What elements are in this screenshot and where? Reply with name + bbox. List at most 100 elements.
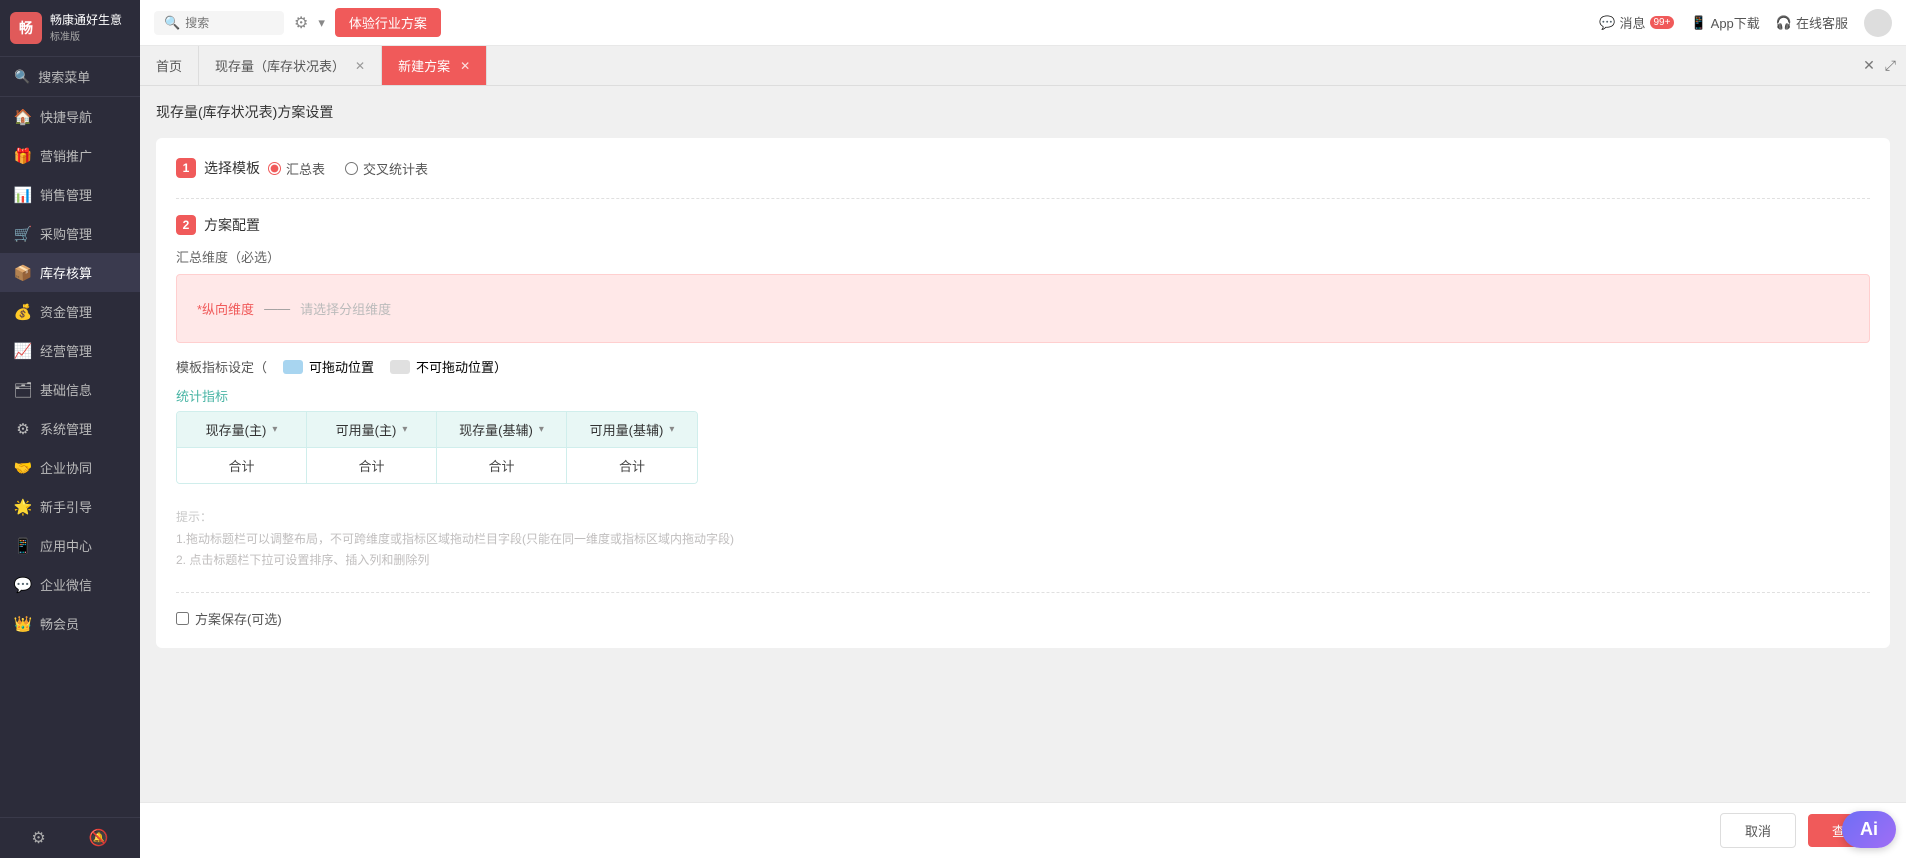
stats-header-label-1: 可用量(主) xyxy=(336,420,397,439)
sidebar-item-system[interactable]: ⚙ 系统管理 xyxy=(0,409,140,448)
sidebar-search-label: 搜索菜单 xyxy=(38,67,90,86)
topbar-dropdown-icon[interactable]: ▾ xyxy=(318,15,325,31)
topbar-settings-icon[interactable]: ⚙ xyxy=(294,13,308,33)
tab-inventory-close-icon[interactable]: ✕ xyxy=(355,59,365,73)
stats-header-chevron-1[interactable]: ▾ xyxy=(402,424,407,435)
tab-new-scheme-close-icon[interactable]: ✕ xyxy=(460,59,470,73)
step1-label: 选择模板 xyxy=(204,158,260,178)
radio-summary-table[interactable]: 汇总表 xyxy=(268,159,325,178)
stats-data-row: 合计 合计 合计 合计 xyxy=(177,447,697,483)
topbar-search-input[interactable] xyxy=(185,16,265,30)
app-download-button[interactable]: 📱 App下载 xyxy=(1690,13,1759,32)
footer-bar: 取消 查询 xyxy=(140,802,1906,858)
stats-header-chevron-0[interactable]: ▾ xyxy=(272,424,277,435)
ai-float-button[interactable]: Ai xyxy=(1842,811,1896,848)
stats-header-label-3: 可用量(基辅) xyxy=(590,420,664,439)
messages-button[interactable]: 💬 消息 99+ xyxy=(1599,13,1674,32)
tab-home[interactable]: 首页 xyxy=(140,46,199,85)
sidebar-item-app-center[interactable]: 📱 应用中心 xyxy=(0,526,140,565)
tip-2: 2. 点击标题栏下拉可设置排序、插入列和删除列 xyxy=(176,550,1870,572)
sidebar-item-wechat[interactable]: 💬 企业微信 xyxy=(0,565,140,604)
quick-nav-icon: 🏠 xyxy=(14,108,32,126)
stats-header-cell-3[interactable]: 可用量(基辅) ▾ xyxy=(567,412,697,447)
step1-header: 1 选择模板 汇总表 交叉统计表 xyxy=(176,158,1870,178)
sidebar-item-label: 营销推广 xyxy=(40,146,92,165)
page-content: 现存量(库存状况表)方案设置 1 选择模板 汇总表 xyxy=(140,86,1906,802)
stats-header-cell-2[interactable]: 现存量(基辅) ▾ xyxy=(437,412,567,447)
movable-toggle-box xyxy=(283,360,303,374)
dimension-area[interactable]: *纵向维度 —— 请选择分组维度 xyxy=(176,274,1870,343)
stats-header-cell-1[interactable]: 可用量(主) ▾ xyxy=(307,412,437,447)
topbar-search-icon: 🔍 xyxy=(164,15,180,31)
sidebar: 畅 畅康通好生意 标准版 🔍 搜索菜单 🏠 快捷导航 🎁 营销推广 📊 销售管理… xyxy=(0,0,140,858)
topbar-search-box[interactable]: 🔍 xyxy=(154,11,284,35)
tab-expand-icon[interactable]: ⤢ xyxy=(1885,57,1896,74)
immovable-toggle-box xyxy=(390,360,410,374)
radio-cross-table[interactable]: 交叉统计表 xyxy=(345,159,428,178)
industry-scheme-button[interactable]: 体验行业方案 xyxy=(335,8,441,37)
step2-section: 2 方案配置 汇总维度（必选） *纵向维度 —— 请选择分组维度 模板指标设定（ xyxy=(176,215,1870,572)
topbar-right: 💬 消息 99+ 📱 App下载 🎧 在线客服 xyxy=(1599,9,1892,37)
step-divider-1 xyxy=(176,198,1870,199)
stats-header-label-2: 现存量(基辅) xyxy=(459,420,533,439)
sidebar-item-label: 销售管理 xyxy=(40,185,92,204)
radio-summary-table-input[interactable] xyxy=(268,162,281,175)
member-icon: 👑 xyxy=(14,615,32,633)
tab-inventory-status[interactable]: 现存量（库存状况表） ✕ xyxy=(199,46,382,85)
sidebar-item-member[interactable]: 👑 畅会员 xyxy=(0,604,140,643)
sidebar-settings-btn[interactable]: ⚙ xyxy=(31,828,45,848)
tab-bar: 首页 现存量（库存状况表） ✕ 新建方案 ✕ ✕ ⤢ xyxy=(140,46,1906,86)
sidebar-item-inventory[interactable]: 📦 库存核算 xyxy=(0,253,140,292)
cooperation-icon: 🤝 xyxy=(14,459,32,477)
step1-badge: 1 xyxy=(176,158,196,178)
sidebar-menu: 🏠 快捷导航 🎁 营销推广 📊 销售管理 🛒 采购管理 📦 库存核算 💰 资金管… xyxy=(0,97,140,817)
sidebar-item-finance[interactable]: 💰 资金管理 xyxy=(0,292,140,331)
sidebar-item-quick-nav[interactable]: 🏠 快捷导航 xyxy=(0,97,140,136)
sidebar-item-label: 基础信息 xyxy=(40,380,92,399)
sidebar-item-label: 企业协同 xyxy=(40,458,92,477)
sidebar-item-purchase[interactable]: 🛒 采购管理 xyxy=(0,214,140,253)
system-icon: ⚙ xyxy=(14,420,32,438)
stats-table: 现存量(主) ▾ 可用量(主) ▾ 现存量(基辅) ▾ xyxy=(176,411,698,484)
app-edition: 标准版 xyxy=(50,28,122,43)
template-radio-group: 汇总表 交叉统计表 xyxy=(268,159,428,178)
sidebar-item-sales[interactable]: 📊 销售管理 xyxy=(0,175,140,214)
scheme-settings-panel: 1 选择模板 汇总表 交叉统计表 xyxy=(156,138,1890,648)
page-breadcrumb: 现存量(库存状况表)方案设置 xyxy=(156,102,1890,122)
finance-icon: 💰 xyxy=(14,303,32,321)
sidebar-item-marketing[interactable]: 🎁 营销推广 xyxy=(0,136,140,175)
indicator-settings-label: 模板指标设定（ xyxy=(176,357,267,376)
sidebar-mute-btn[interactable]: 🔕 xyxy=(89,828,109,848)
tab-bar-right-icons: ✕ ⤢ xyxy=(1853,46,1906,85)
user-avatar[interactable] xyxy=(1864,9,1892,37)
step2-badge: 2 xyxy=(176,215,196,235)
step2-header: 2 方案配置 xyxy=(176,215,1870,235)
sidebar-item-label: 系统管理 xyxy=(40,419,92,438)
sidebar-item-cooperation[interactable]: 🤝 企业协同 xyxy=(0,448,140,487)
online-support-label: 在线客服 xyxy=(1796,13,1848,32)
radio-cross-table-input[interactable] xyxy=(345,162,358,175)
sidebar-item-basic-info[interactable]: 🗂 基础信息 xyxy=(0,370,140,409)
stats-data-cell-3: 合计 xyxy=(567,447,697,483)
online-support-button[interactable]: 🎧 在线客服 xyxy=(1776,13,1848,32)
sidebar-item-operations[interactable]: 📈 经营管理 xyxy=(0,331,140,370)
sidebar-item-label: 畅会员 xyxy=(40,614,79,633)
sidebar-item-new-guide[interactable]: 🌟 新手引导 xyxy=(0,487,140,526)
stats-header-label-0: 现存量(主) xyxy=(206,420,267,439)
cancel-button[interactable]: 取消 xyxy=(1720,813,1796,848)
tab-close-all-icon[interactable]: ✕ xyxy=(1863,57,1875,74)
stats-header-cell-0[interactable]: 现存量(主) ▾ xyxy=(177,412,307,447)
dimension-required-mark: *纵向维度 xyxy=(197,299,254,318)
tab-new-scheme-label: 新建方案 xyxy=(398,56,450,75)
sidebar-item-label: 库存核算 xyxy=(40,263,92,282)
stats-data-cell-1: 合计 xyxy=(307,447,437,483)
sidebar-search[interactable]: 🔍 搜索菜单 xyxy=(0,57,140,97)
stats-header-chevron-3[interactable]: ▾ xyxy=(669,424,674,435)
tab-new-scheme[interactable]: 新建方案 ✕ xyxy=(382,46,487,85)
save-option-label: 方案保存(可选) xyxy=(195,609,282,628)
indicator-settings-row: 模板指标设定（ 可拖动位置 不可拖动位置） xyxy=(176,357,1870,376)
save-option-checkbox[interactable] xyxy=(176,612,189,625)
app-center-icon: 📱 xyxy=(14,537,32,555)
sidebar-item-label: 新手引导 xyxy=(40,497,92,516)
stats-header-chevron-2[interactable]: ▾ xyxy=(539,424,544,435)
